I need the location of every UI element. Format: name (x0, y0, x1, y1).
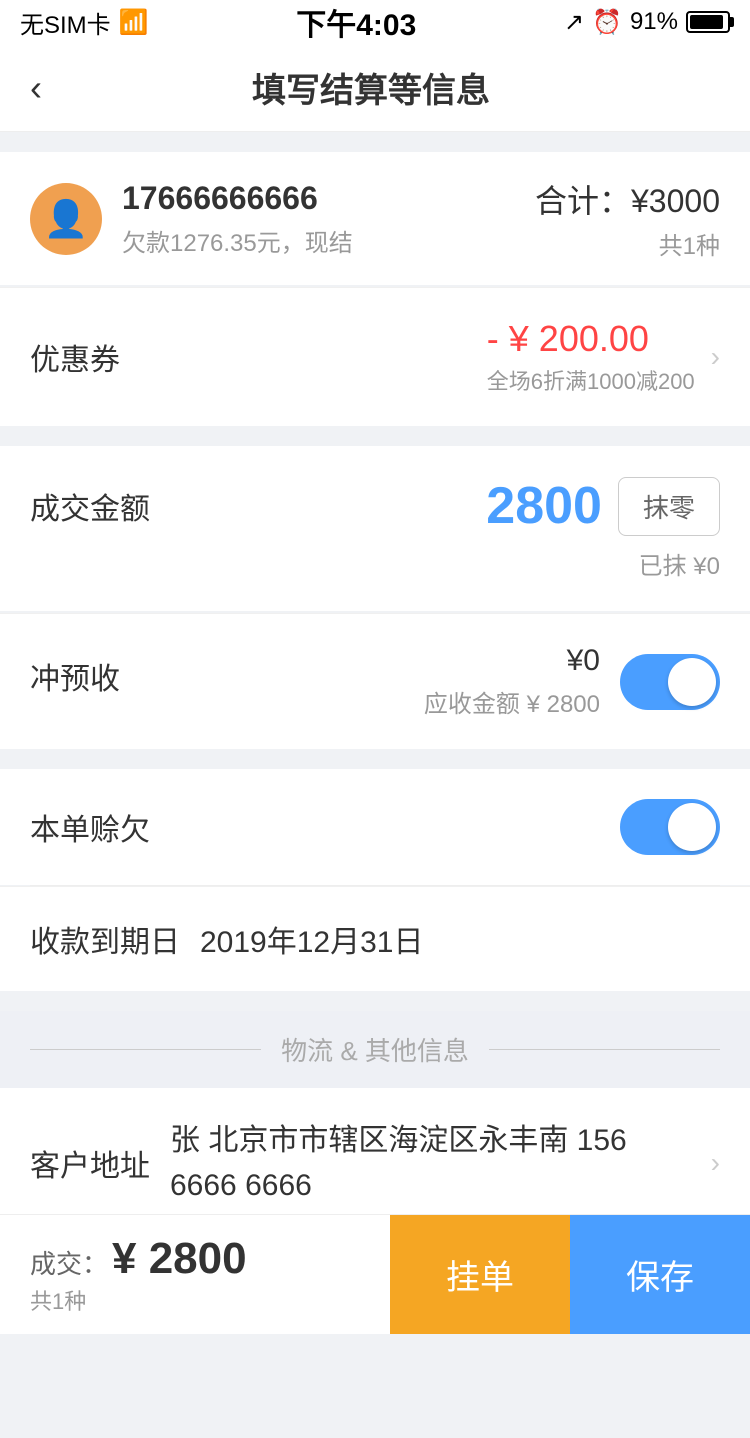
carrier-label: 无SIM卡 (20, 5, 111, 40)
battery-percent: 91% (630, 8, 678, 36)
total-count: 共1种 (535, 226, 720, 261)
status-left: 无SIM卡 📶 (20, 5, 149, 40)
coupon-info: - ¥ 200.00 全场6折满1000减200 (487, 318, 695, 396)
prereceive-desc: 应收金额 ¥ 2800 (424, 684, 600, 719)
prereceive-row: 冲预收 ¥0 应收金额 ¥ 2800 (30, 644, 720, 719)
amount-number: 2800 (486, 476, 602, 536)
address-value: 张 北京市市辖区海淀区永丰南 156 6666 6666 (170, 1118, 691, 1208)
amount-section: 成交金额 2800 抹零 已抹 ¥0 (0, 446, 750, 611)
amount-label: 成交金额 (30, 484, 150, 528)
coupon-label: 优惠券 (30, 335, 120, 379)
status-right: ↗ ⏰ 91% (564, 8, 730, 37)
location-icon: ↗ (564, 8, 584, 37)
prereceive-label: 冲预收 (30, 644, 120, 698)
total-amount: 合计：¥3000 (535, 176, 720, 222)
coupon-discount: - ¥ 200.00 (487, 318, 695, 360)
back-button[interactable]: ‹ (30, 67, 42, 109)
duedate-label: 收款到期日 (30, 917, 180, 961)
nav-bar: ‹ 填写结算等信息 (0, 44, 750, 132)
amount-sub-row: 已抹 ¥0 (30, 546, 720, 581)
round-button[interactable]: 抹零 (618, 477, 720, 536)
divider-line-right (489, 1049, 720, 1050)
customer-info: 17666666666 欠款1276.35元，现结 (122, 180, 353, 258)
customer-info-left: 👤 17666666666 欠款1276.35元，现结 (30, 180, 353, 258)
coupon-desc: 全场6折满1000减200 (487, 364, 695, 396)
avatar: 👤 (30, 183, 102, 255)
battery-fill (690, 15, 723, 29)
prereceive-values: ¥0 应收金额 ¥ 2800 (424, 644, 600, 719)
bottom-info: 成交： ¥ 2800 共1种 (0, 1215, 390, 1334)
pending-button[interactable]: 挂单 (390, 1215, 570, 1334)
logistics-divider: 物流 & 其他信息 (0, 1011, 750, 1088)
customer-debt: 欠款1276.35元，现结 (122, 223, 353, 258)
status-time: 下午4:03 (296, 0, 416, 44)
amount-value-group: 2800 抹零 (486, 476, 720, 536)
bottom-count: 共1种 (30, 1284, 360, 1316)
customer-phone: 17666666666 (122, 180, 353, 217)
debt-label: 本单赊欠 (30, 805, 150, 849)
logistics-label: 物流 & 其他信息 (281, 1031, 469, 1068)
prereceive-right: ¥0 应收金额 ¥ 2800 (424, 644, 720, 719)
debt-toggle-knob (668, 803, 716, 851)
coupon-section[interactable]: 优惠券 - ¥ 200.00 全场6折满1000减200 › (0, 287, 750, 426)
bottom-bar: 成交： ¥ 2800 共1种 挂单 保存 (0, 1214, 750, 1334)
alarm-icon: ⏰ (592, 8, 622, 37)
separator-1 (0, 426, 750, 446)
wifi-icon: 📶 (119, 8, 149, 37)
customer-card: 👤 17666666666 欠款1276.35元，现结 合计：¥3000 共1种 (0, 152, 750, 285)
customer-total: 合计：¥3000 共1种 (535, 176, 720, 261)
amount-row: 成交金额 2800 抹零 (30, 476, 720, 536)
page-title: 填写结算等信息 (62, 63, 680, 112)
bottom-amount: ¥ 2800 (112, 1234, 247, 1284)
prereceive-amount: ¥0 (424, 644, 600, 678)
debt-section: 本单赊欠 (0, 769, 750, 885)
bottom-deal-label: 成交： (30, 1244, 108, 1281)
prereceive-toggle[interactable] (620, 654, 720, 710)
save-button[interactable]: 保存 (570, 1215, 750, 1334)
duedate-value: 2019年12月31日 (200, 917, 423, 961)
address-chevron-icon: › (711, 1147, 720, 1179)
debt-toggle[interactable] (620, 799, 720, 855)
status-bar: 无SIM卡 📶 下午4:03 ↗ ⏰ 91% (0, 0, 750, 44)
battery-icon (686, 11, 730, 33)
separator-2 (0, 749, 750, 769)
coupon-right: - ¥ 200.00 全场6折满1000减200 › (487, 318, 720, 396)
prereceive-section: 冲预收 ¥0 应收金额 ¥ 2800 (0, 613, 750, 749)
duedate-section: 收款到期日 2019年12月31日 (0, 886, 750, 991)
toggle-knob (668, 658, 716, 706)
divider-line-left (30, 1049, 261, 1050)
amount-sub-text: 已抹 ¥0 (639, 553, 720, 580)
duedate-row: 收款到期日 2019年12月31日 (30, 917, 720, 961)
address-label: 客户地址 (30, 1141, 150, 1185)
coupon-chevron-icon: › (711, 341, 720, 373)
bottom-deal-row: 成交： ¥ 2800 (30, 1234, 360, 1284)
